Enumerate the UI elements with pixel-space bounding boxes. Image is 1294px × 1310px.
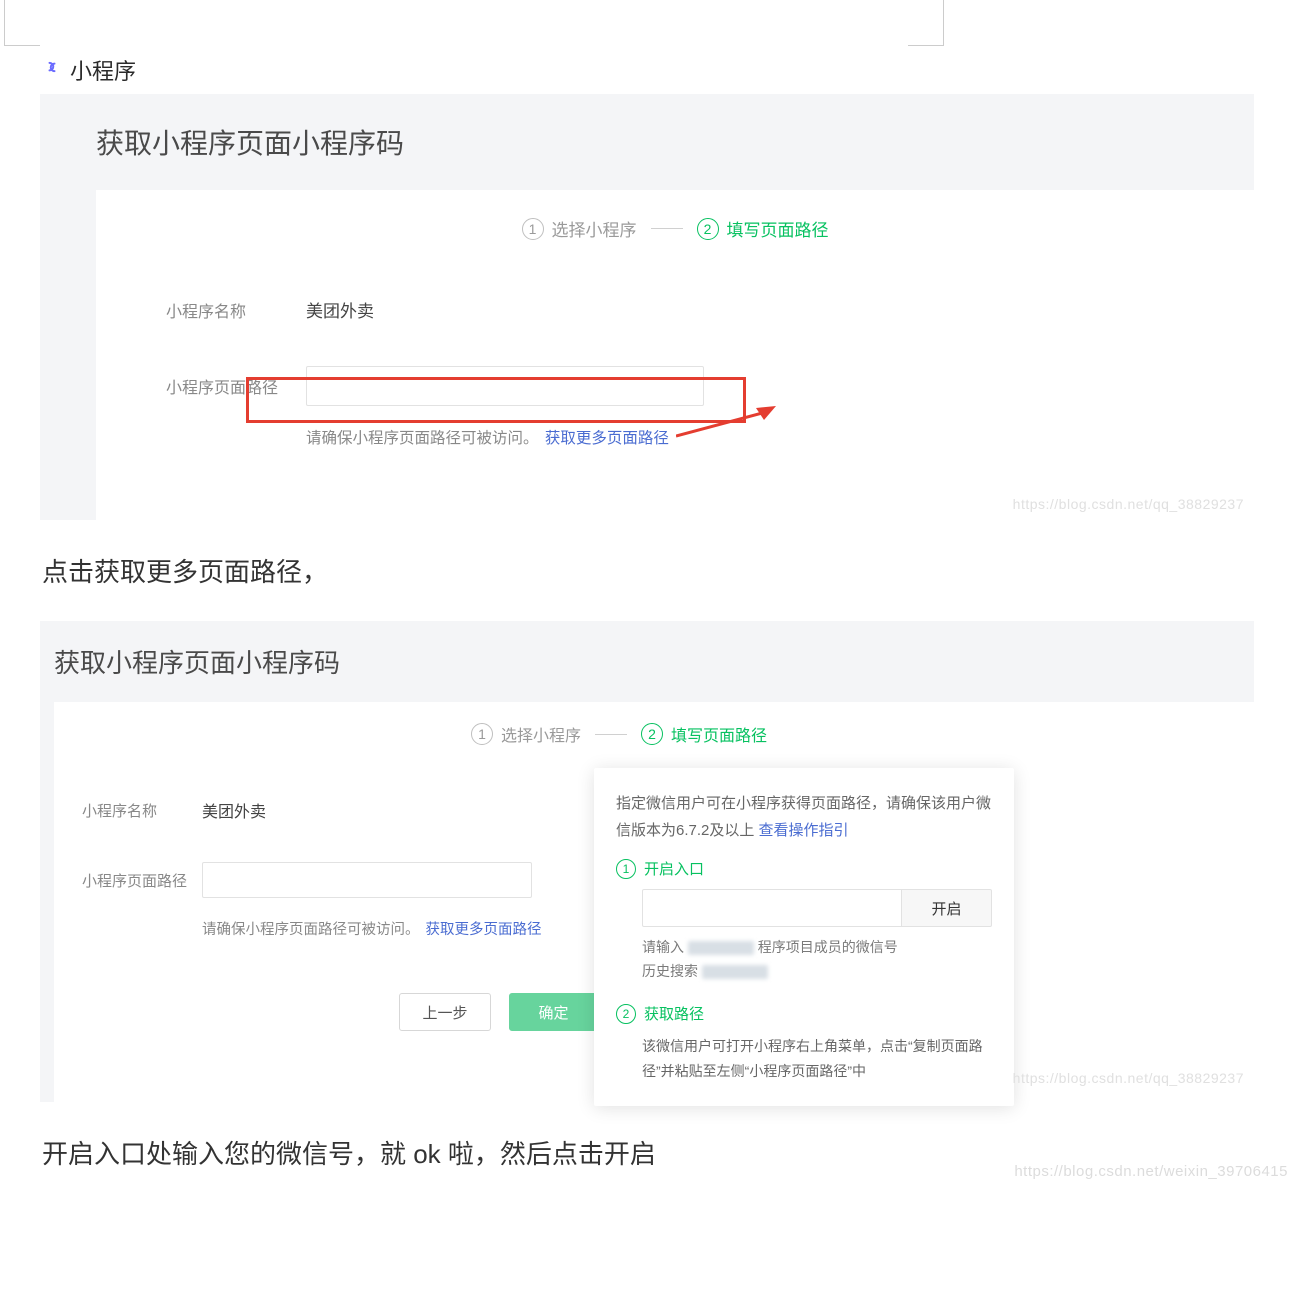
hint-row: 请确保小程序页面路径可被访问。 获取更多页面路径 bbox=[306, 426, 1254, 448]
get-more-paths-link[interactable]: 获取更多页面路径 bbox=[545, 430, 669, 447]
corner-mark-left bbox=[4, 0, 40, 46]
blurred-text bbox=[702, 965, 768, 979]
name-label: 小程序名称 bbox=[166, 298, 306, 322]
more-paths-popup: 指定微信用户可在小程序获得页面路径，请确保该用户微信版本为6.7.2及以上 查看… bbox=[594, 768, 1014, 1106]
step-1: 1 选择小程序 bbox=[471, 722, 581, 746]
step-number-icon: 2 bbox=[616, 1004, 636, 1024]
popup-step-1: 1 开启入口 bbox=[616, 858, 992, 879]
form-card: 1 选择小程序 2 填写页面路径 小程序名称 美团外卖 小程序页面路径 请确保小… bbox=[54, 702, 1254, 1102]
popup-description: 指定微信用户可在小程序获得页面路径，请确保该用户微信版本为6.7.2及以上 查看… bbox=[616, 790, 992, 844]
wechat-id-input-row: 开启 bbox=[642, 889, 992, 927]
stepper: 1 选择小程序 2 填写页面路径 bbox=[96, 216, 1254, 241]
step-2: 2 填写页面路径 bbox=[641, 722, 767, 746]
step-label: 选择小程序 bbox=[501, 722, 581, 746]
panel-title: 获取小程序页面小程序码 bbox=[40, 621, 1254, 702]
stepper: 1 选择小程序 2 填写页面路径 bbox=[0, 722, 1254, 746]
step-number-icon: 1 bbox=[471, 723, 493, 745]
path-input[interactable] bbox=[202, 862, 532, 898]
step-number-icon: 2 bbox=[697, 218, 719, 240]
blurred-text bbox=[688, 941, 754, 955]
hint-text: 请确保小程序页面路径可被访问。 bbox=[306, 430, 539, 447]
step-number-icon: 1 bbox=[616, 859, 636, 879]
step-label: 填写页面路径 bbox=[727, 216, 829, 241]
step-number-icon: 1 bbox=[522, 218, 544, 240]
top-ornament bbox=[0, 0, 1294, 46]
screenshot-2: 获取小程序页面小程序码 1 选择小程序 2 填写页面路径 小程序名称 美团外卖 … bbox=[40, 621, 1254, 1102]
hint-suffix: 程序项目成员的微信号 bbox=[758, 939, 898, 955]
step-label: 选择小程序 bbox=[552, 216, 637, 241]
path-row: 小程序页面路径 bbox=[166, 354, 1254, 418]
step-label: 填写页面路径 bbox=[671, 722, 767, 746]
open-button[interactable]: 开启 bbox=[902, 889, 992, 927]
brand-row: 小程序 bbox=[42, 54, 1254, 86]
step-divider bbox=[595, 734, 627, 735]
path-label: 小程序页面路径 bbox=[166, 374, 306, 398]
name-row: 小程序名称 美团外卖 bbox=[166, 285, 1254, 334]
path-input[interactable] bbox=[306, 366, 704, 406]
path-label: 小程序页面路径 bbox=[82, 870, 202, 891]
step-divider bbox=[651, 228, 683, 229]
input-hint: 请输入 程序项目成员的微信号 bbox=[642, 937, 992, 957]
popup-step1-label: 开启入口 bbox=[644, 858, 704, 879]
instruction-text-1: 点击获取更多页面路径， bbox=[40, 548, 1254, 593]
miniprogram-icon bbox=[42, 57, 62, 83]
panel-title: 获取小程序页面小程序码 bbox=[40, 94, 1254, 190]
form-card: 1 选择小程序 2 填写页面路径 小程序名称 美团外卖 小程序页面路径 请确保小… bbox=[96, 190, 1254, 520]
step-1: 1 选择小程序 bbox=[522, 216, 637, 241]
step-2: 2 填写页面路径 bbox=[697, 216, 829, 241]
history-row: 历史搜索 bbox=[642, 961, 992, 981]
name-value: 美团外卖 bbox=[202, 798, 266, 822]
popup-step2-desc: 该微信用户可打开小程序右上角菜单，点击“复制页面路径”并粘贴至左侧“小程序页面路… bbox=[642, 1034, 992, 1084]
watermark-text: https://blog.csdn.net/qq_38829237 bbox=[1013, 496, 1244, 512]
name-value: 美团外卖 bbox=[306, 297, 374, 322]
guide-link[interactable]: 查看操作指引 bbox=[759, 822, 849, 839]
get-more-paths-link[interactable]: 获取更多页面路径 bbox=[426, 922, 542, 938]
hint-prefix: 请输入 bbox=[642, 939, 684, 955]
screenshot-1: 获取小程序页面小程序码 1 选择小程序 2 填写页面路径 小程序名称 美团外卖 … bbox=[40, 94, 1254, 520]
popup-step2-label: 获取路径 bbox=[644, 1003, 704, 1024]
brand-label: 小程序 bbox=[70, 54, 136, 86]
name-label: 小程序名称 bbox=[82, 800, 202, 821]
watermark-text: https://blog.csdn.net/qq_38829237 bbox=[1013, 1070, 1244, 1086]
ok-button[interactable]: 确定 bbox=[509, 993, 599, 1031]
corner-mark-right bbox=[908, 0, 944, 46]
step-number-icon: 2 bbox=[641, 723, 663, 745]
history-label: 历史搜索 bbox=[642, 963, 698, 979]
prev-button[interactable]: 上一步 bbox=[399, 993, 490, 1031]
wechat-id-input[interactable] bbox=[642, 889, 902, 927]
popup-step-2: 2 获取路径 bbox=[616, 1003, 992, 1024]
hint-text: 请确保小程序页面路径可被访问。 bbox=[202, 922, 420, 938]
